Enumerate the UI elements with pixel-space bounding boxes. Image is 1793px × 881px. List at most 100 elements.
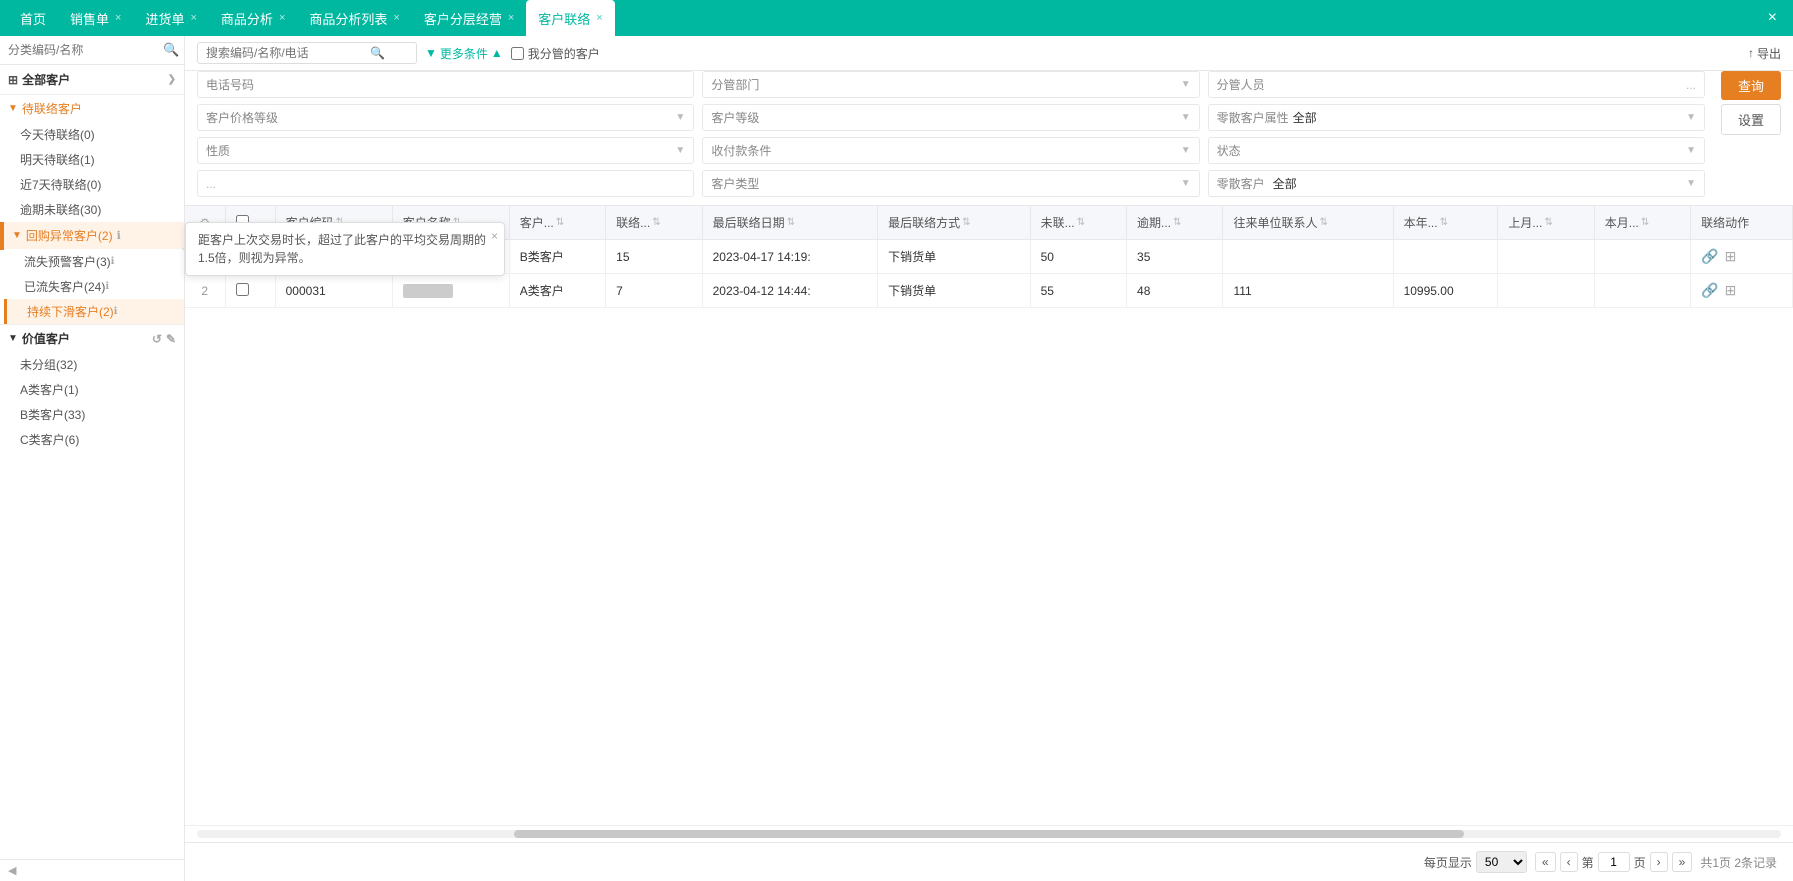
sidebar-value-title[interactable]: ▼ 价值客户 ↺ ✎ [0,324,184,352]
query-button[interactable]: 查询 [1721,71,1781,100]
sidebar-item-today[interactable]: 今天待联络(0) [0,122,184,147]
row-action-link-2[interactable]: 🔗 [1701,282,1718,299]
sort-icon6: ⇅ [962,218,970,228]
losing-info-icon[interactable]: ℹ [111,256,115,267]
abnormal-info-icon[interactable]: ℹ [117,229,121,242]
nav-home[interactable]: 首页 [8,0,58,36]
row-last-method-1[interactable]: 下销货单 [878,240,1030,274]
row-last-method-2[interactable]: 下销货单 [878,274,1030,308]
tooltip-close[interactable]: × [491,227,498,245]
filter-dept[interactable]: 分管部门 ▼ [702,71,1199,98]
col-last-contact-date[interactable]: 最后联络日期⇅ [702,206,878,240]
last-page-btn[interactable]: » [1672,852,1693,872]
nav-customer-contact[interactable]: 客户联络 × [526,0,614,36]
col-contact-count[interactable]: 联络...⇅ [606,206,702,240]
page-number-input[interactable] [1598,852,1630,872]
my-customers-checkbox[interactable] [511,47,524,60]
sidebar-item-a-class[interactable]: A类客户(1) [0,377,184,402]
collapse-icon: ❯ [168,74,176,85]
sidebar-item-c-class[interactable]: C类客户(6) [0,427,184,452]
first-page-btn[interactable]: « [1535,852,1556,872]
horizontal-scrollbar[interactable] [185,825,1793,842]
sidebar-item-tomorrow[interactable]: 明天待联络(1) [0,147,184,172]
nav-product-analysis-close[interactable]: × [279,12,285,24]
content-area: 🔍 ▼ 更多条件 ▲ 我分管的客户 ↑ 导出 [185,36,1793,881]
filter-price-level[interactable]: 客户价格等级 ▼ [197,104,694,131]
filter-more-placeholder[interactable]: ... [197,170,694,197]
sidebar-item-7days[interactable]: 近7天待联络(0) [0,172,184,197]
more-btn[interactable]: ... [206,177,216,191]
sidebar-item-ungrouped[interactable]: 未分组(32) [0,352,184,377]
more-conditions-btn[interactable]: ▼ 更多条件 ▲ [425,45,503,62]
nav-product-list[interactable]: 商品分析列表 × [297,0,411,36]
sidebar-item-b-class[interactable]: B类客户(33) [0,402,184,427]
nav-sales-close[interactable]: × [115,12,121,24]
export-button[interactable]: ↑ 导出 [1748,45,1781,62]
per-page-select[interactable]: 50 100 200 [1476,851,1527,873]
row-action-link-1[interactable]: 🔗 [1701,248,1718,265]
nav-product-analysis[interactable]: 商品分析 × [209,0,297,36]
col-last-contact-method[interactable]: 最后联络方式⇅ [878,206,1030,240]
col-last-month[interactable]: 上月...⇅ [1498,206,1594,240]
nav-purchase-close[interactable]: × [190,12,196,24]
nav-customer-tier-close[interactable]: × [508,12,514,24]
sidebar-search-icon[interactable]: 🔍 [163,42,179,58]
row-action-grid-2[interactable]: ⊞ [1725,282,1737,299]
sidebar-pending-contact-title[interactable]: ▼ 待联络客户 [0,95,184,122]
filter-person[interactable]: 分管人员 ... [1208,71,1705,98]
row-last-month-2 [1498,274,1594,308]
row-code-2[interactable]: 000031 [275,274,392,308]
col-this-month[interactable]: 本月...⇅ [1594,206,1690,240]
col-uncontacted[interactable]: 未联...⇅ [1030,206,1126,240]
col-actions: 联络动作 [1691,206,1793,240]
row-uncontacted-1: 50 [1030,240,1126,274]
filter-status[interactable]: 状态 ▼ [1208,137,1705,164]
sidebar-all-customers[interactable]: ⊞ 全部客户 ❯ [0,65,184,95]
person-more-btn[interactable]: ... [1686,78,1696,92]
window-close-button[interactable]: × [1760,9,1785,27]
row-type-2: A类客户 [509,274,605,308]
nav-purchase[interactable]: 进货单 × [133,0,208,36]
sidebar-item-lost[interactable]: 已流失客户(24) ℹ [4,274,184,299]
nav-product-list-close[interactable]: × [393,12,399,24]
sidebar-item-overdue[interactable]: 逾期未联络(30) [0,197,184,222]
col-contact-person[interactable]: 往来单位联系人⇅ [1223,206,1393,240]
row-action-grid-1[interactable]: ⊞ [1725,248,1737,265]
declining-info-icon[interactable]: ℹ [114,306,118,317]
sidebar: 🔍 ⊞ 全部客户 ❯ ▼ 待联络客户 今天待联络(0) 明天待联络(1) 近7天… [0,36,185,881]
main-layout: 🔍 ⊞ 全部客户 ❯ ▼ 待联络客户 今天待联络(0) 明天待联络(1) 近7天… [0,36,1793,881]
sidebar-abnormal-title[interactable]: ▼ 回购异常客户(2) ℹ [4,222,184,249]
top-nav: 首页 销售单 × 进货单 × 商品分析 × 商品分析列表 × 客户分层经营 × … [0,0,1793,36]
row-overdue-2: 48 [1127,274,1223,308]
row-this-year-2: 10995.00 [1393,274,1498,308]
filter-retail-attr[interactable]: 零散客户属性 全部 ▼ [1208,104,1705,131]
sidebar-item-losing[interactable]: 流失预警客户(3) ℹ [4,249,184,274]
filter-nature[interactable]: 性质 ▼ [197,137,694,164]
settings-button[interactable]: 设置 [1721,104,1781,135]
col-customer-type[interactable]: 客户...⇅ [509,206,605,240]
sidebar-footer[interactable]: ◀ [0,859,184,881]
sidebar-collapse-btn[interactable]: ◀ [8,864,16,877]
sidebar-item-declining[interactable]: 持续下滑客户(2) ℹ [4,299,184,324]
filter-payment-terms[interactable]: 收付款条件 ▼ [702,137,1199,164]
filter-retail-customer[interactable]: 零散客户 全部 ▼ [1208,170,1705,197]
sidebar-search-input[interactable] [8,43,163,57]
my-customers-filter[interactable]: 我分管的客户 [511,45,600,62]
customer-search-input[interactable] [206,46,366,60]
lost-info-icon[interactable]: ℹ [105,281,109,292]
edit-icon[interactable]: ✎ [166,332,176,346]
filter-customer-level[interactable]: 客户等级 ▼ [702,104,1199,131]
sidebar-value-group: ▼ 价值客户 ↺ ✎ 未分组(32) A类客户(1) B类客户(33) C类客户… [0,324,184,452]
col-overdue[interactable]: 逾期...⇅ [1127,206,1223,240]
nav-sales[interactable]: 销售单 × [58,0,133,36]
search-execute-icon[interactable]: 🔍 [370,46,385,60]
refresh-icon[interactable]: ↺ [152,332,162,346]
next-page-btn[interactable]: › [1650,852,1668,872]
nav-customer-tier[interactable]: 客户分层经营 × [412,0,526,36]
nav-customer-contact-close[interactable]: × [596,12,602,24]
row-last-date-2: 2023-04-12 14:44: [702,274,878,308]
col-this-year[interactable]: 本年...⇅ [1393,206,1498,240]
prev-page-btn[interactable]: ‹ [1560,852,1578,872]
row-checkbox-2[interactable] [225,274,275,308]
filter-customer-type[interactable]: 客户类型 ▼ [702,170,1199,197]
